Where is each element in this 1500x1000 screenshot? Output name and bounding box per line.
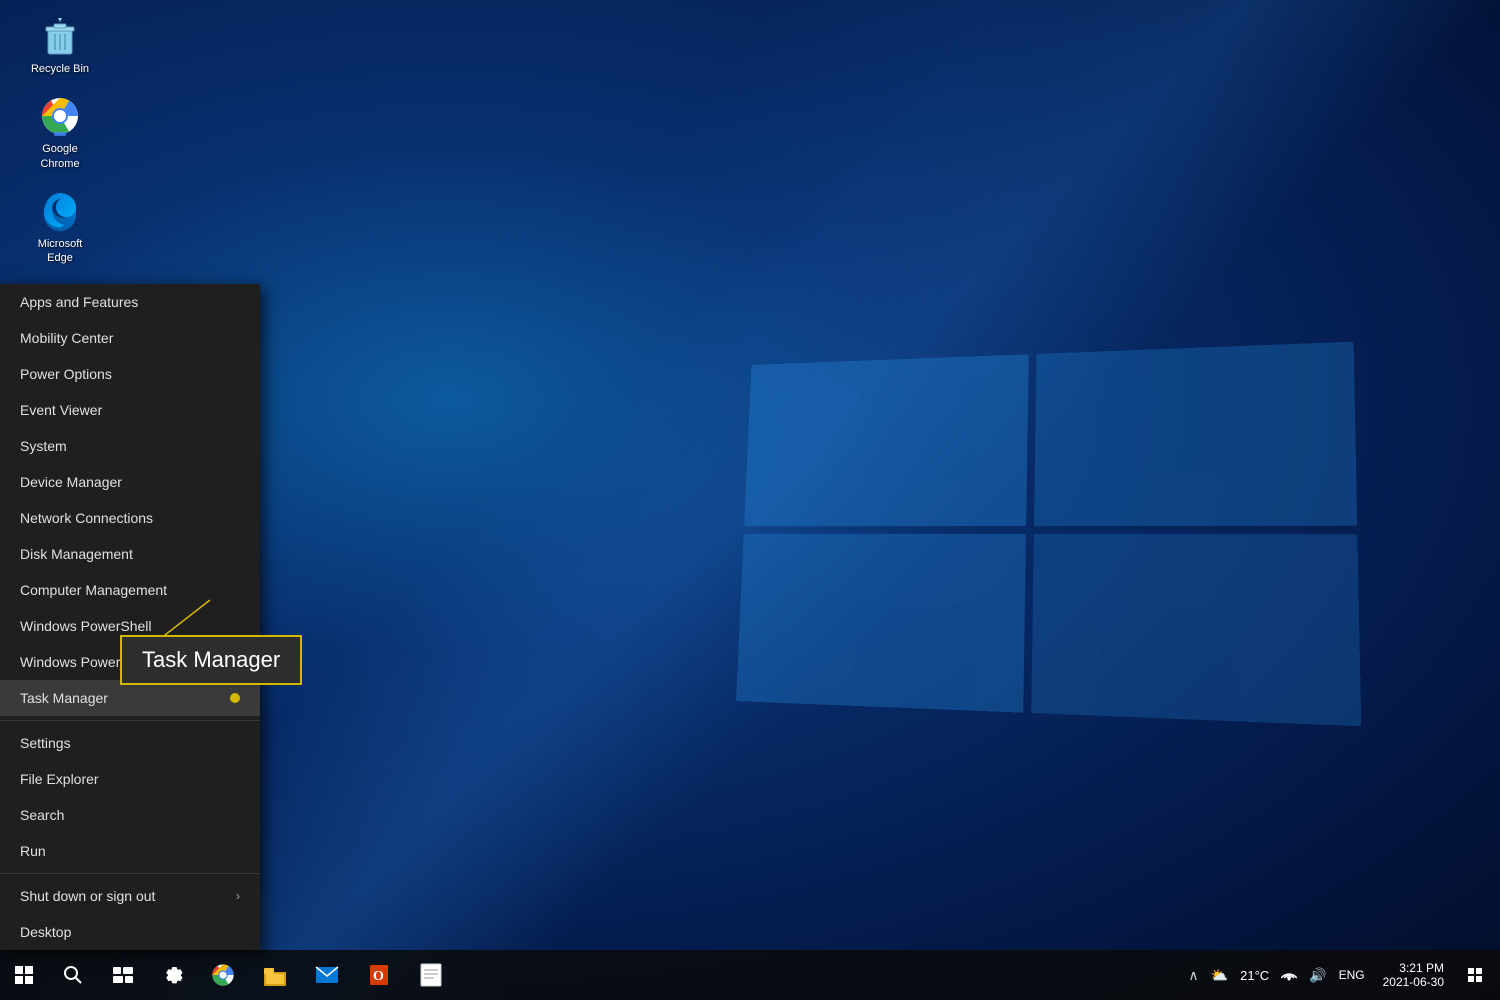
menu-item-computer-management[interactable]: Computer Management bbox=[0, 572, 260, 608]
taskbar-chrome-button[interactable] bbox=[198, 950, 248, 1000]
menu-item-power-options[interactable]: Power Options bbox=[0, 356, 260, 392]
menu-item-search[interactable]: Search bbox=[0, 797, 260, 833]
desktop-icons-area: Recycle Bin bbox=[20, 10, 100, 269]
search-icon bbox=[63, 965, 83, 985]
win-pane-1 bbox=[744, 354, 1029, 526]
menu-divider-1 bbox=[0, 720, 260, 721]
recycle-bin-image bbox=[38, 14, 82, 58]
microsoft-edge-label: Microsoft Edge bbox=[24, 237, 96, 266]
menu-item-settings[interactable]: Settings bbox=[0, 725, 260, 761]
task-manager-tooltip: Task Manager bbox=[120, 635, 302, 685]
file-explorer-taskbar-icon bbox=[262, 962, 288, 988]
taskbar-office-button[interactable]: O bbox=[354, 950, 404, 1000]
taskbar-search-button[interactable] bbox=[48, 950, 98, 1000]
taskbar-file-explorer-button[interactable] bbox=[250, 950, 300, 1000]
settings-icon bbox=[163, 965, 183, 985]
tray-volume-icon[interactable]: 🔊 bbox=[1307, 965, 1328, 986]
google-chrome-icon[interactable]: Google Chrome bbox=[20, 90, 100, 175]
tray-network-icon[interactable] bbox=[1279, 964, 1299, 987]
start-windows-icon bbox=[15, 966, 33, 984]
menu-item-device-manager[interactable]: Device Manager bbox=[0, 464, 260, 500]
windows-logo-decoration bbox=[720, 350, 1340, 710]
tray-notification-button[interactable] bbox=[1460, 950, 1490, 1000]
tray-time-display: 3:21 PM bbox=[1399, 961, 1444, 975]
shut-down-arrow-icon: › bbox=[236, 889, 240, 903]
taskbar-mail-button[interactable] bbox=[302, 950, 352, 1000]
chrome-taskbar-icon bbox=[210, 962, 236, 988]
win-pane-4 bbox=[1031, 534, 1361, 726]
menu-item-network-connections[interactable]: Network Connections bbox=[0, 500, 260, 536]
desktop: Recycle Bin bbox=[0, 0, 1500, 1000]
task-view-icon bbox=[113, 967, 133, 983]
google-chrome-label: Google Chrome bbox=[24, 142, 96, 171]
menu-item-disk-management[interactable]: Disk Management bbox=[0, 536, 260, 572]
menu-item-desktop[interactable]: Desktop bbox=[0, 914, 260, 950]
recycle-bin-icon[interactable]: Recycle Bin bbox=[20, 10, 100, 80]
menu-item-file-explorer[interactable]: File Explorer bbox=[0, 761, 260, 797]
svg-text:O: O bbox=[373, 969, 384, 984]
tray-date-display: 2021-06-30 bbox=[1383, 975, 1444, 989]
task-manager-dot bbox=[230, 693, 240, 703]
menu-item-system[interactable]: System bbox=[0, 428, 260, 464]
menu-item-run[interactable]: Run bbox=[0, 833, 260, 869]
notification-icon bbox=[1467, 967, 1483, 983]
menu-item-shut-down[interactable]: Shut down or sign out › bbox=[0, 878, 260, 914]
menu-item-mobility-center[interactable]: Mobility Center bbox=[0, 320, 260, 356]
google-chrome-image bbox=[38, 94, 82, 138]
taskbar-settings-button[interactable] bbox=[148, 950, 198, 1000]
taskbar: O ∧ ⛅ 21°C bbox=[0, 950, 1500, 1000]
win-pane-3 bbox=[736, 534, 1026, 713]
menu-item-apps-features[interactable]: Apps and Features bbox=[0, 284, 260, 320]
microsoft-edge-icon[interactable]: Microsoft Edge bbox=[20, 185, 100, 270]
recycle-bin-label: Recycle Bin bbox=[31, 62, 89, 76]
task-view-button[interactable] bbox=[98, 950, 148, 1000]
tray-overflow-button[interactable]: ∧ bbox=[1186, 965, 1200, 986]
tray-language-indicator[interactable]: ENG bbox=[1337, 966, 1367, 984]
system-tray: ∧ ⛅ 21°C 🔊 ENG 3:21 PM 2021-06-30 bbox=[1176, 950, 1500, 1000]
context-menu: Apps and Features Mobility Center Power … bbox=[0, 284, 260, 950]
taskbar-notepad-button[interactable] bbox=[406, 950, 456, 1000]
mail-taskbar-icon bbox=[314, 962, 340, 988]
menu-item-event-viewer[interactable]: Event Viewer bbox=[0, 392, 260, 428]
tray-weather-icon[interactable]: ⛅ bbox=[1209, 965, 1230, 986]
menu-item-task-manager[interactable]: Task Manager bbox=[0, 680, 260, 716]
win-pane-2 bbox=[1034, 342, 1357, 526]
microsoft-edge-image bbox=[38, 189, 82, 233]
notepad-taskbar-icon bbox=[418, 962, 444, 988]
tray-temperature: 21°C bbox=[1238, 966, 1271, 985]
tray-clock[interactable]: 3:21 PM 2021-06-30 bbox=[1375, 961, 1452, 989]
taskbar-apps: O bbox=[198, 950, 456, 1000]
start-button[interactable] bbox=[0, 951, 48, 999]
office-taskbar-icon: O bbox=[366, 962, 392, 988]
menu-divider-2 bbox=[0, 873, 260, 874]
